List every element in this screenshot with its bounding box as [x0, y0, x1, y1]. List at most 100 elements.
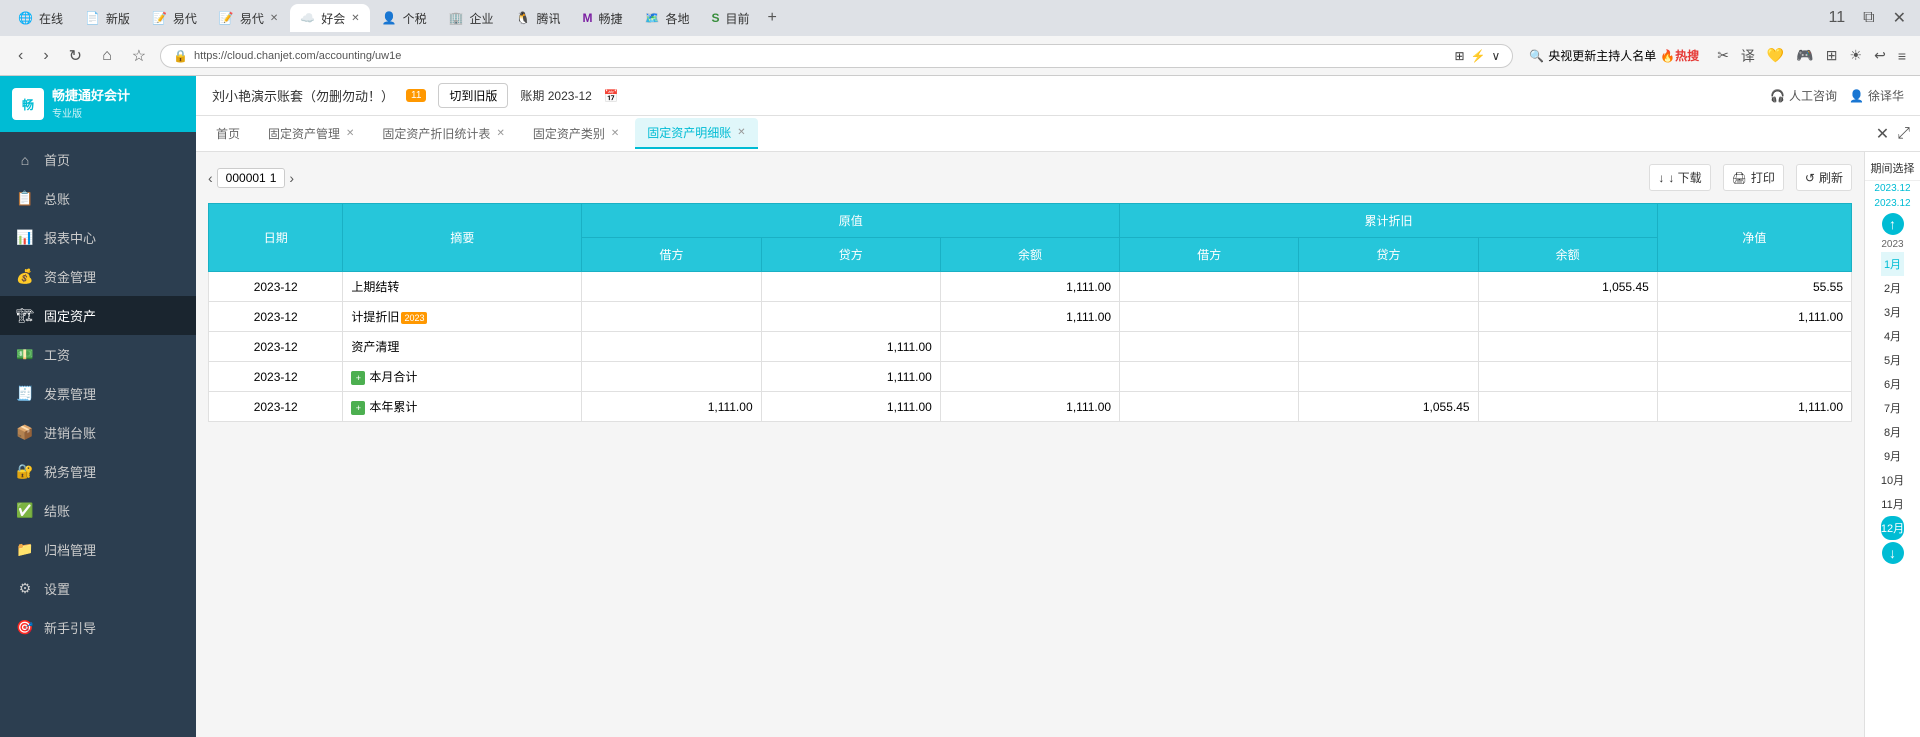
forward-button[interactable]: › — [37, 45, 54, 67]
period-month-item[interactable]: 2月 — [1881, 276, 1904, 300]
dropdown-icon[interactable]: ∨ — [1491, 49, 1500, 63]
period-month-item[interactable]: 1月 — [1881, 252, 1904, 276]
download-button[interactable]: ↓ ↓ 下载 — [1649, 164, 1710, 191]
period-down-button[interactable]: ↓ — [1882, 542, 1904, 564]
home-button[interactable]: ⌂ — [96, 45, 118, 67]
period-up-button[interactable]: ↑ — [1882, 213, 1904, 235]
period-month-item[interactable]: 11月 — [1881, 492, 1904, 516]
period-month-item[interactable]: 8月 — [1881, 420, 1904, 444]
tab-close-icon[interactable]: ✕ — [611, 128, 619, 139]
sidebar-item-fixed-assets[interactable]: 🏗 固定资产 — [0, 296, 196, 335]
period-start-date: 2023.12 — [1874, 181, 1910, 196]
table-cell: 2023-12 — [209, 272, 343, 302]
translate-icon[interactable]: 译 — [1739, 44, 1757, 68]
expand-tab-button[interactable]: ⤢ — [1895, 123, 1912, 145]
table-cell: 2023-12 — [209, 362, 343, 392]
browser-tab-muqian[interactable]: S 目前 — [702, 4, 760, 32]
tab-close-icon[interactable]: ✕ — [270, 13, 278, 24]
calendar-icon: 📅 — [604, 89, 619, 103]
sidebar-item-reports[interactable]: 📊 报表中心 — [0, 218, 196, 257]
period-month-item[interactable]: 6月 — [1881, 372, 1904, 396]
period-month-item[interactable]: 5月 — [1881, 348, 1904, 372]
sidebar-item-purchase-sales[interactable]: 📦 进销台账 — [0, 413, 196, 452]
browser-tab-yidai2[interactable]: 📝 易代 ✕ — [209, 4, 288, 32]
period-month-item[interactable]: 9月 — [1881, 444, 1904, 468]
sidebar-item-home[interactable]: ⌂ 首页 — [0, 140, 196, 179]
content-area: ‹ 000001 1 › ↓ ↓ 下载 🖨 — [196, 152, 1920, 737]
sidebar-item-guide[interactable]: 🎯 新手引导 — [0, 608, 196, 647]
period-month-item[interactable]: 12月 — [1881, 516, 1904, 540]
sidebar-item-invoice[interactable]: 🧾 发票管理 — [0, 374, 196, 413]
period-month-item[interactable]: 3月 — [1881, 300, 1904, 324]
tab-close-icon[interactable]: ✕ — [351, 13, 359, 24]
close-window-button[interactable]: ✕ — [1887, 6, 1912, 30]
table-cell — [1120, 392, 1299, 422]
table-cell: 1,111.00 — [582, 392, 761, 422]
period-month-item[interactable]: 4月 — [1881, 324, 1904, 348]
col-header-original-value: 原值 — [582, 204, 1120, 238]
table-cell — [1299, 362, 1478, 392]
browser-tab-yidai1[interactable]: 📝 易代 — [142, 4, 207, 32]
browser-tab-gedi[interactable]: 🗺️ 各地 — [635, 4, 700, 32]
user-button[interactable]: 👤 徐译华 — [1849, 87, 1904, 104]
browser-tab-tencent[interactable]: 🐧 腾讯 — [506, 4, 571, 32]
table-cell — [1657, 332, 1851, 362]
table-cell: 2023-12 — [209, 392, 343, 422]
help-button[interactable]: 🎧 人工咨询 — [1770, 87, 1837, 104]
tab-asset-category[interactable]: 固定资产类别 ✕ — [521, 119, 631, 148]
menu-icon[interactable]: ≡ — [1896, 46, 1908, 66]
new-tab-button[interactable]: + — [762, 7, 783, 29]
switch-version-button[interactable]: 切到旧版 — [438, 83, 508, 108]
tax-icon: 🔐 — [16, 463, 34, 481]
sidebar-item-settings[interactable]: ⚙ 设置 — [0, 569, 196, 608]
browser-tab-new[interactable]: 📄 新版 — [75, 4, 140, 32]
bookmark-button[interactable]: ☆ — [126, 44, 152, 68]
grid-icon[interactable]: ⊞ — [1824, 45, 1840, 66]
close-tab-button[interactable]: ✕ — [1874, 122, 1891, 146]
reload-button[interactable]: ↻ — [63, 44, 88, 68]
page-num: 1 — [270, 171, 277, 185]
browser-tab-haohui[interactable]: ☁️ 好会 ✕ — [290, 4, 369, 32]
tab-home[interactable]: 首页 — [204, 119, 252, 148]
tab-close-icon[interactable]: ✕ — [346, 128, 354, 139]
sidebar-item-label: 报表中心 — [44, 228, 96, 247]
browser-tab-changjie[interactable]: M 畅捷 — [573, 4, 633, 32]
sidebar-item-tax[interactable]: 🔐 税务管理 — [0, 452, 196, 491]
sidebar-item-funds[interactable]: 💰 资金管理 — [0, 257, 196, 296]
tab-close-icon[interactable]: ✕ — [496, 128, 504, 139]
print-button[interactable]: 🖨 打印 — [1723, 164, 1784, 191]
next-arrow-button[interactable]: › — [289, 170, 294, 186]
toolbar-right: ↓ ↓ 下载 🖨 打印 ↺ 刷新 — [1649, 164, 1852, 191]
address-bar[interactable]: 🔒 https://cloud.chanjet.com/accounting/u… — [160, 44, 1513, 68]
brightness-icon[interactable]: ☀ — [1848, 45, 1865, 66]
purchase-sales-icon: 📦 — [16, 424, 34, 442]
table-cell: 1,111.00 — [761, 392, 940, 422]
sidebar-title-area: 畅捷通好会计 专业版 — [52, 88, 130, 120]
tab-close-icon[interactable]: ✕ — [737, 127, 745, 138]
back-button[interactable]: ‹ — [12, 45, 29, 67]
restore-button[interactable]: ⧉ — [1857, 7, 1880, 29]
scissors-icon[interactable]: ✂ — [1715, 45, 1731, 66]
sidebar-item-label: 发票管理 — [44, 384, 96, 403]
sidebar-item-archive[interactable]: 📁 归档管理 — [0, 530, 196, 569]
account-badge: 11 — [406, 89, 426, 102]
sidebar-item-closing[interactable]: ✅ 结账 — [0, 491, 196, 530]
wallet-icon[interactable]: 💛 — [1765, 45, 1786, 66]
period-month-item[interactable]: 10月 — [1881, 468, 1904, 492]
tab-asset-detail-ledger[interactable]: 固定资产明细账 ✕ — [635, 118, 757, 149]
sidebar-item-payroll[interactable]: 💵 工资 — [0, 335, 196, 374]
prev-arrow-button[interactable]: ‹ — [208, 170, 213, 186]
sidebar-item-label: 固定资产 — [44, 306, 96, 325]
table-cell — [1299, 302, 1478, 332]
browser-tab-online[interactable]: 🌐 在线 — [8, 4, 73, 32]
refresh-button[interactable]: ↺ 刷新 — [1796, 164, 1852, 191]
tab-depreciation-table[interactable]: 固定资产折旧统计表 ✕ — [370, 119, 516, 148]
tab-fixed-assets-management[interactable]: 固定资产管理 ✕ — [256, 119, 366, 148]
minimize-button[interactable]: 11 — [1823, 7, 1852, 29]
browser-tab-geshui[interactable]: 👤 个税 — [372, 4, 437, 32]
browser-tab-qiye[interactable]: 🏢 企业 — [439, 4, 504, 32]
period-month-item[interactable]: 7月 — [1881, 396, 1904, 420]
game-icon[interactable]: 🎮 — [1794, 45, 1815, 66]
history-back-icon[interactable]: ↩ — [1872, 45, 1888, 66]
sidebar-item-general-ledger[interactable]: 📋 总账 — [0, 179, 196, 218]
